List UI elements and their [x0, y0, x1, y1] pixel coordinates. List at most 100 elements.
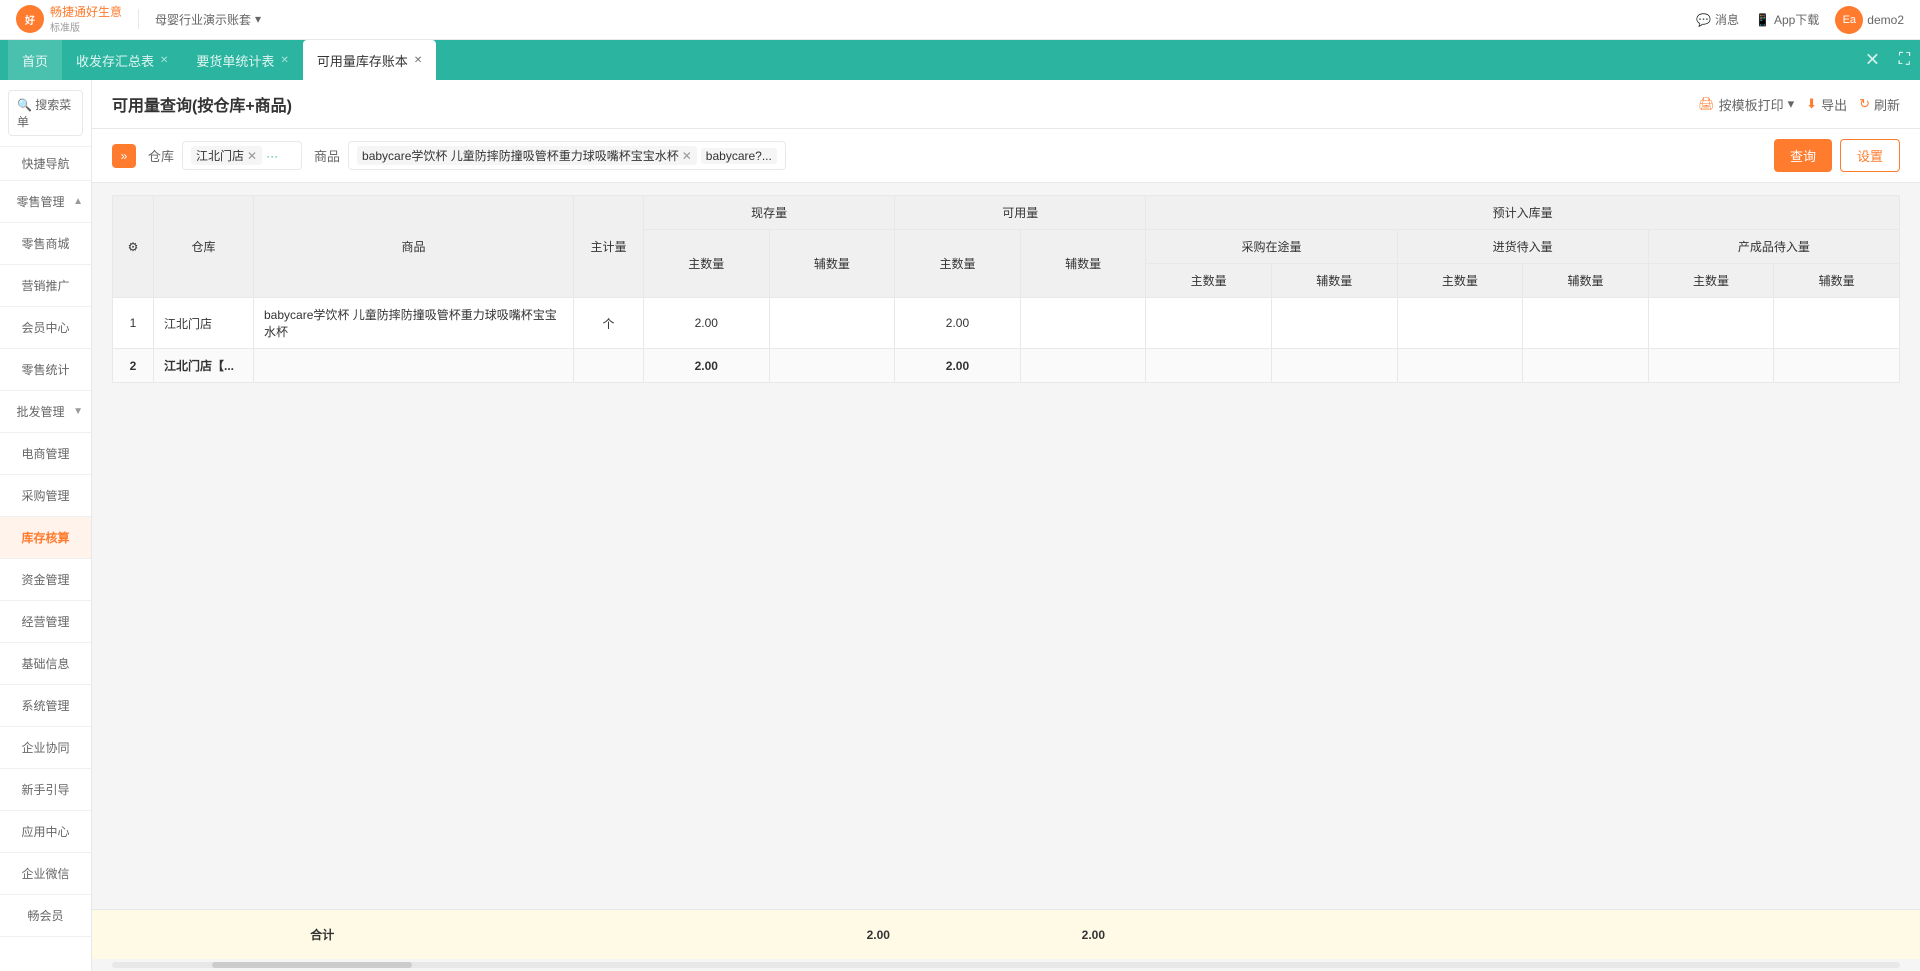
- search-menu-btn[interactable]: 🔍 搜索菜单: [8, 90, 83, 136]
- avatar: Ea: [1835, 6, 1863, 34]
- col-incoming-sub: 辅数量: [1523, 264, 1649, 298]
- cell-incoming-sub: [1523, 298, 1649, 349]
- horizontal-scrollbar[interactable]: [92, 959, 1920, 971]
- close-icon[interactable]: ✕: [160, 55, 168, 66]
- sidebar-item-label: 零售统计: [8, 361, 83, 378]
- logo-icon: 好: [16, 5, 44, 33]
- footer-empty-3: [730, 918, 824, 951]
- remove-product-tag-1-btn[interactable]: ✕: [682, 149, 692, 163]
- cell-product-main: [1648, 298, 1774, 349]
- export-label: 导出: [1821, 95, 1847, 114]
- sidebar-item-member2[interactable]: 畅会员: [0, 895, 91, 937]
- search-icon: 🔍: [17, 98, 32, 112]
- footer-product-sub: [1792, 918, 1900, 951]
- scroll-track: [112, 962, 1900, 968]
- tenant-selector[interactable]: 母婴行业演示账套 ▾: [155, 11, 261, 28]
- expand-tabs-icon[interactable]: ⛶: [1899, 51, 1910, 69]
- sidebar-item-guide[interactable]: 新手引导: [0, 769, 91, 811]
- sidebar-item-label: 畅会员: [8, 907, 83, 924]
- col-stock-main: 主数量: [644, 230, 770, 298]
- sidebar-item-ecommerce[interactable]: 电商管理: [0, 433, 91, 475]
- settings-icon[interactable]: ⚙: [123, 237, 143, 257]
- filter-more-btn[interactable]: ···: [266, 149, 278, 163]
- header-actions: 🖨 按模板打印 ▾ ⬇ 导出 ↻ 刷新: [1698, 95, 1900, 114]
- refresh-icon: ↻: [1859, 96, 1870, 112]
- sidebar-item-member[interactable]: 会员中心: [0, 307, 91, 349]
- footer-stock-sub: [932, 918, 1040, 951]
- chevron-icon: ▲: [73, 196, 83, 207]
- user-area[interactable]: Ea demo2: [1835, 6, 1904, 34]
- close-icon[interactable]: ✕: [414, 55, 422, 66]
- close-icon[interactable]: ✕: [280, 55, 288, 66]
- cell-avail-main: 2.00: [895, 298, 1021, 349]
- refresh-btn[interactable]: ↻ 刷新: [1859, 95, 1900, 114]
- col-stock-sub: 辅数量: [769, 230, 895, 298]
- sidebar-item-retail-mall[interactable]: 零售商城: [0, 223, 91, 265]
- sidebar-item-quick-nav[interactable]: 快捷导航: [0, 147, 91, 181]
- col-warehouse: 仓库: [154, 196, 254, 298]
- product-label: 商品: [314, 146, 340, 165]
- home-tab-label: 首页: [22, 51, 48, 70]
- cell-product: [254, 349, 574, 383]
- app-download-btn[interactable]: 📱 App下载: [1755, 11, 1819, 28]
- col-product-incoming-group: 产成品待入量: [1648, 230, 1899, 264]
- footer-stock-main: 2.00: [824, 918, 932, 951]
- remove-warehouse-tag-btn[interactable]: ✕: [247, 149, 257, 163]
- tab-available-stock[interactable]: 可用量库存账本 ✕: [303, 40, 436, 80]
- sidebar-item-wholesale[interactable]: 批发管理 ▼: [0, 391, 91, 433]
- refresh-label: 刷新: [1874, 95, 1900, 114]
- footer-empty-1: [112, 918, 166, 951]
- warehouse-input[interactable]: 江北门店 ✕ ···: [182, 141, 302, 170]
- footer-avail-sub: [1147, 918, 1255, 951]
- product-tag-2: babycare?...: [701, 148, 777, 164]
- sidebar-item-collab[interactable]: 企业协同: [0, 727, 91, 769]
- product-input[interactable]: babycare学饮杯 儿童防摔防撞吸管杯重力球吸嘴杯宝宝水杯 ✕ babyca…: [348, 141, 786, 170]
- sidebar-item-marketing[interactable]: 营销推广: [0, 265, 91, 307]
- sidebar-item-inventory[interactable]: 库存核算: [0, 517, 91, 559]
- tab-receive-summary[interactable]: 收发存汇总表 ✕: [62, 40, 182, 80]
- tab-home[interactable]: 首页: [8, 40, 62, 80]
- cell-avail-sub: [1020, 298, 1146, 349]
- sidebar-search[interactable]: 🔍 搜索菜单: [0, 80, 91, 147]
- close-all-tabs-btn[interactable]: ✕: [1865, 50, 1880, 71]
- tab-order-stats[interactable]: 要货单统计表 ✕: [182, 40, 302, 80]
- message-label: 消息: [1715, 11, 1739, 28]
- warehouse-tag: 江北门店 ✕: [191, 146, 262, 165]
- scroll-thumb[interactable]: [212, 962, 412, 968]
- col-available-group: 可用量: [895, 196, 1146, 230]
- sidebar-item-label: 零售管理: [8, 193, 73, 210]
- col-stock-group: 现存量: [644, 196, 895, 230]
- sidebar-item-label: 企业协同: [8, 739, 83, 756]
- cell-product-sub: [1774, 349, 1900, 383]
- message-btn[interactable]: 💬 消息: [1696, 11, 1739, 28]
- sidebar-item-purchase[interactable]: 采购管理: [0, 475, 91, 517]
- cell-unit: 个: [574, 298, 644, 349]
- sidebar-item-app-center[interactable]: 应用中心: [0, 811, 91, 853]
- query-btn[interactable]: 查询: [1774, 139, 1832, 172]
- user-name: demo2: [1867, 13, 1904, 27]
- col-unit: 主计量: [574, 196, 644, 298]
- message-icon: 💬: [1696, 13, 1711, 27]
- top-bar: 好 畅捷通好生意 标准版 母婴行业演示账套 ▾ 💬 消息 📱 App下载 Ea …: [0, 0, 1920, 40]
- expand-filter-btn[interactable]: »: [112, 144, 136, 168]
- tab-available-label: 可用量库存账本: [317, 51, 408, 70]
- footer-purchase-sub: [1362, 918, 1470, 951]
- sidebar-item-operations[interactable]: 经营管理: [0, 601, 91, 643]
- settings-btn[interactable]: 设置: [1840, 139, 1900, 172]
- sidebar-item-retail-mgmt[interactable]: 零售管理 ▲: [0, 181, 91, 223]
- product-filter: 商品 babycare学饮杯 儿童防摔防撞吸管杯重力球吸嘴杯宝宝水杯 ✕ bab…: [314, 141, 786, 170]
- chevron-down-icon: ▾: [255, 12, 261, 26]
- sidebar-item-retail-stats[interactable]: 零售统计: [0, 349, 91, 391]
- cell-product: babycare学饮杯 儿童防摔防撞吸管杯重力球吸嘴杯宝宝水杯: [254, 298, 574, 349]
- print-btn[interactable]: 🖨 按模板打印 ▾: [1698, 95, 1794, 114]
- export-btn[interactable]: ⬇ 导出: [1806, 95, 1847, 114]
- cell-product-sub: [1774, 298, 1900, 349]
- sidebar-item-finance[interactable]: 资金管理: [0, 559, 91, 601]
- sidebar-item-label: 营销推广: [8, 277, 83, 294]
- sidebar: 🔍 搜索菜单 快捷导航 零售管理 ▲ 零售商城 营销推广 会员中心 零售统计 批…: [0, 80, 92, 971]
- sidebar-item-system[interactable]: 系统管理: [0, 685, 91, 727]
- logo-text-area: 畅捷通好生意 标准版: [50, 5, 122, 34]
- nav-tabs: 首页 收发存汇总表 ✕ 要货单统计表 ✕ 可用量库存账本 ✕ ✕ ⛶: [0, 40, 1920, 80]
- sidebar-item-wechat[interactable]: 企业微信: [0, 853, 91, 895]
- sidebar-item-basic-info[interactable]: 基础信息: [0, 643, 91, 685]
